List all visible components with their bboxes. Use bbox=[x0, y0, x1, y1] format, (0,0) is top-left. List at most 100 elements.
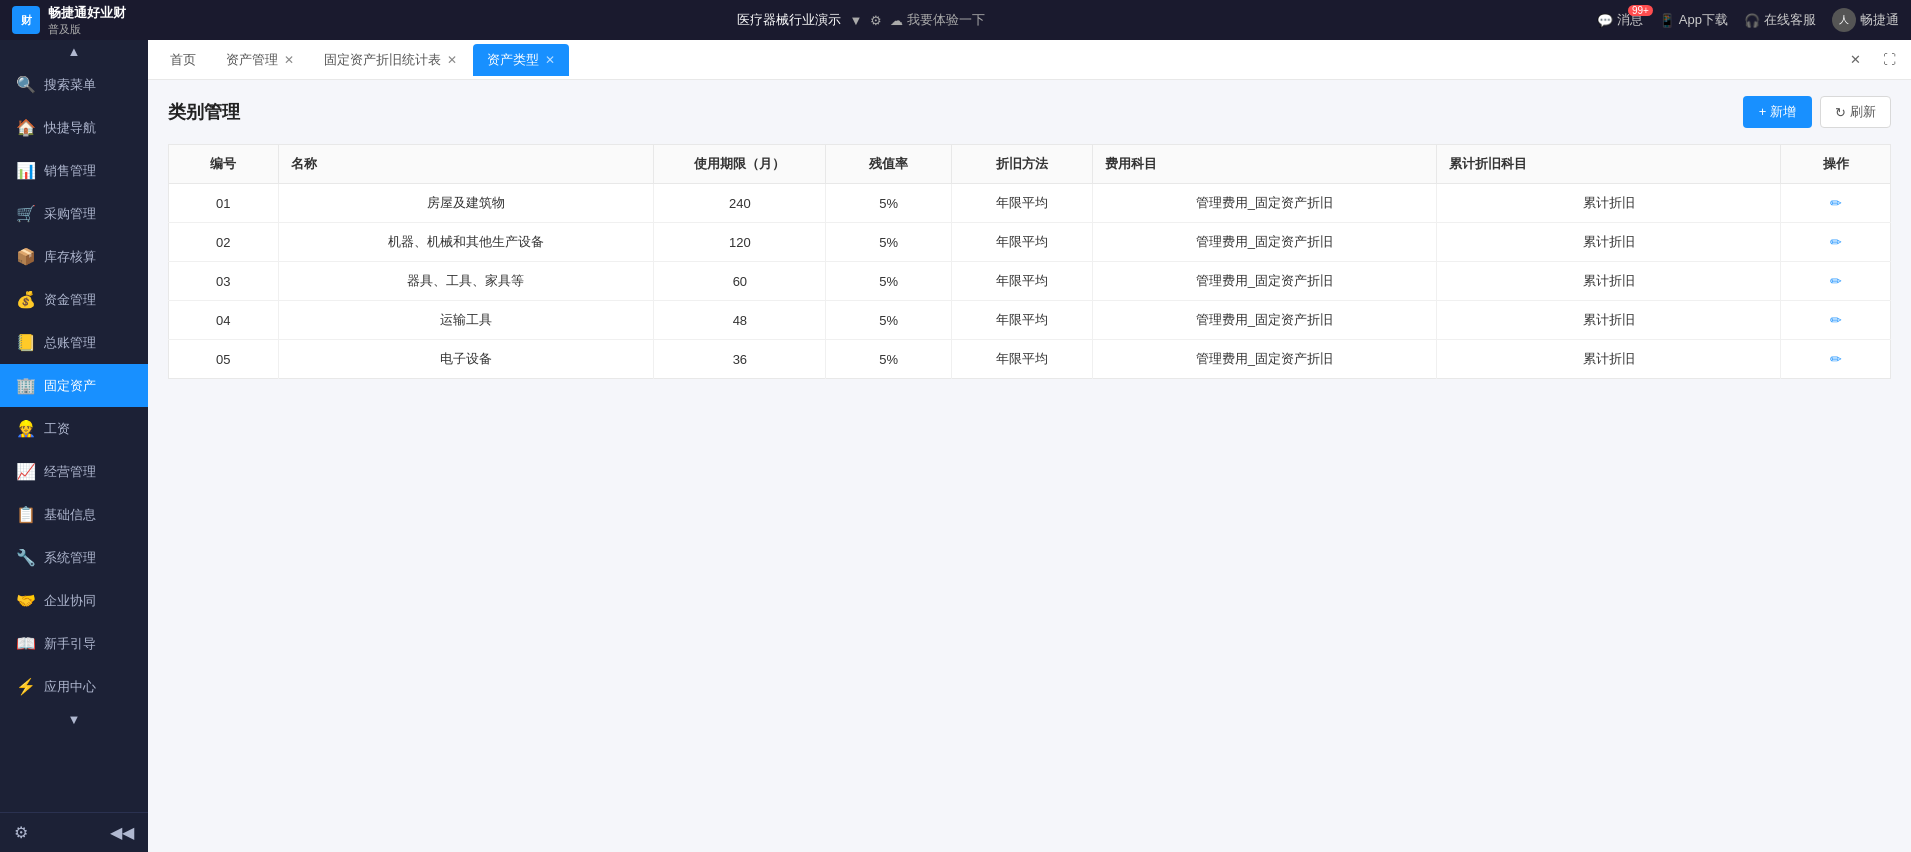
cell-name: 运输工具 bbox=[278, 301, 654, 340]
sidebar-item-payroll[interactable]: 👷 工资 bbox=[0, 407, 148, 450]
table-header: 编号 名称 使用期限（月） 残值率 折旧方法 费用科目 累计折旧科目 操作 bbox=[169, 145, 1891, 184]
sidebar-item-label: 经营管理 bbox=[44, 463, 96, 481]
tab-home[interactable]: 首页 bbox=[156, 44, 210, 76]
sidebar-item-search[interactable]: 🔍 搜索菜单 bbox=[0, 63, 148, 106]
cell-action[interactable]: ✏ bbox=[1781, 223, 1891, 262]
collapse-icon[interactable]: ◀◀ bbox=[110, 823, 134, 842]
cell-method: 年限平均 bbox=[951, 184, 1092, 223]
gear-icon[interactable]: ⚙ bbox=[870, 13, 882, 28]
close-window-btn[interactable]: ✕ bbox=[1841, 46, 1869, 74]
sidebar-item-system[interactable]: 🔧 系统管理 bbox=[0, 536, 148, 579]
col-header-name: 名称 bbox=[278, 145, 654, 184]
tab-actions: ✕ ⛶ bbox=[1841, 46, 1903, 74]
sidebar-item-guide[interactable]: 📖 新手引导 bbox=[0, 622, 148, 665]
tab-home-label: 首页 bbox=[170, 51, 196, 69]
sidebar-scroll-up[interactable]: ▲ bbox=[0, 40, 148, 63]
dropdown-icon[interactable]: ▼ bbox=[849, 13, 862, 28]
sidebar-item-label: 工资 bbox=[44, 420, 70, 438]
sidebar-item-label: 采购管理 bbox=[44, 205, 96, 223]
cell-id: 03 bbox=[169, 262, 279, 301]
col-header-action: 操作 bbox=[1781, 145, 1891, 184]
table-header-row: 编号 名称 使用期限（月） 残值率 折旧方法 费用科目 累计折旧科目 操作 bbox=[169, 145, 1891, 184]
sidebar-item-general-ledger[interactable]: 📒 总账管理 bbox=[0, 321, 148, 364]
bell-icon: 💬 bbox=[1597, 13, 1613, 28]
cell-residual: 5% bbox=[826, 301, 951, 340]
notification-btn[interactable]: 💬 消息 99+ bbox=[1597, 11, 1643, 29]
sidebar-item-app-center[interactable]: ⚡ 应用中心 bbox=[0, 665, 148, 708]
sidebar-bottom: ⚙ ◀◀ bbox=[0, 812, 148, 852]
sidebar-item-label: 快捷导航 bbox=[44, 119, 96, 137]
user-btn[interactable]: 人 畅捷通 bbox=[1832, 8, 1899, 32]
edit-icon[interactable]: ✏ bbox=[1830, 351, 1842, 367]
col-header-months: 使用期限（月） bbox=[654, 145, 826, 184]
app-center-icon: ⚡ bbox=[16, 677, 34, 696]
cell-expense: 管理费用_固定资产折旧 bbox=[1092, 184, 1436, 223]
settings-icon[interactable]: ⚙ bbox=[14, 823, 28, 842]
edit-icon[interactable]: ✏ bbox=[1830, 234, 1842, 250]
search-icon: 🔍 bbox=[16, 75, 34, 94]
tab-depreciation-table[interactable]: 固定资产折旧统计表 ✕ bbox=[310, 44, 471, 76]
cell-action[interactable]: ✏ bbox=[1781, 262, 1891, 301]
col-header-expense: 费用科目 bbox=[1092, 145, 1436, 184]
cell-method: 年限平均 bbox=[951, 340, 1092, 379]
content-area: 首页 资产管理 ✕ 固定资产折旧统计表 ✕ 资产类型 ✕ ✕ ⛶ 类 bbox=[148, 40, 1911, 852]
sidebar-item-inventory[interactable]: 📦 库存核算 bbox=[0, 235, 148, 278]
close-asset-type-tab[interactable]: ✕ bbox=[545, 53, 555, 67]
close-asset-mgmt-tab[interactable]: ✕ bbox=[284, 53, 294, 67]
topbar-right: 💬 消息 99+ 📱 App下载 🎧 在线客服 人 畅捷通 bbox=[1597, 8, 1899, 32]
sidebar-item-sales[interactable]: 📊 销售管理 bbox=[0, 149, 148, 192]
sidebar-item-quick-nav[interactable]: 🏠 快捷导航 bbox=[0, 106, 148, 149]
cell-accum: 累计折旧 bbox=[1436, 184, 1780, 223]
cell-residual: 5% bbox=[826, 262, 951, 301]
app-download-btn[interactable]: 📱 App下载 bbox=[1659, 11, 1728, 29]
cell-name: 电子设备 bbox=[278, 340, 654, 379]
edit-icon[interactable]: ✏ bbox=[1830, 273, 1842, 289]
cell-months: 60 bbox=[654, 262, 826, 301]
tab-asset-mgmt-label: 资产管理 bbox=[226, 51, 278, 69]
sidebar-item-business[interactable]: 📈 经营管理 bbox=[0, 450, 148, 493]
sidebar-item-label: 企业协同 bbox=[44, 592, 96, 610]
cell-method: 年限平均 bbox=[951, 301, 1092, 340]
tab-asset-mgmt[interactable]: 资产管理 ✕ bbox=[212, 44, 308, 76]
customer-service-btn[interactable]: 🎧 在线客服 bbox=[1744, 11, 1816, 29]
home-icon: 🏠 bbox=[16, 118, 34, 137]
edit-icon[interactable]: ✏ bbox=[1830, 312, 1842, 328]
edit-icon[interactable]: ✏ bbox=[1830, 195, 1842, 211]
tab-asset-type-label: 资产类型 bbox=[487, 51, 539, 69]
phone-icon: 📱 bbox=[1659, 13, 1675, 28]
cell-id: 01 bbox=[169, 184, 279, 223]
cell-expense: 管理费用_固定资产折旧 bbox=[1092, 262, 1436, 301]
brand-sub: 普及版 bbox=[48, 22, 126, 37]
refresh-button[interactable]: ↻ 刷新 bbox=[1820, 96, 1891, 128]
cell-action[interactable]: ✏ bbox=[1781, 301, 1891, 340]
sidebar-item-label: 系统管理 bbox=[44, 549, 96, 567]
sidebar-item-fund[interactable]: 💰 资金管理 bbox=[0, 278, 148, 321]
sidebar: ▲ 🔍 搜索菜单 🏠 快捷导航 📊 销售管理 🛒 采购管理 📦 库存核算 💰 资… bbox=[0, 40, 148, 852]
cell-action[interactable]: ✏ bbox=[1781, 340, 1891, 379]
table-row: 04 运输工具 48 5% 年限平均 管理费用_固定资产折旧 累计折旧 ✏ bbox=[169, 301, 1891, 340]
sidebar-item-label: 总账管理 bbox=[44, 334, 96, 352]
cell-accum: 累计折旧 bbox=[1436, 301, 1780, 340]
cell-id: 02 bbox=[169, 223, 279, 262]
page-header: 类别管理 + 新增 ↻ 刷新 bbox=[168, 96, 1891, 128]
cell-expense: 管理费用_固定资产折旧 bbox=[1092, 301, 1436, 340]
cell-name: 房屋及建筑物 bbox=[278, 184, 654, 223]
sidebar-item-fixed-assets[interactable]: 🏢 固定资产 bbox=[0, 364, 148, 407]
cell-action[interactable]: ✏ bbox=[1781, 184, 1891, 223]
sidebar-item-label: 搜索菜单 bbox=[44, 76, 96, 94]
sidebar-scroll-down[interactable]: ▼ bbox=[0, 708, 148, 731]
sidebar-item-basic-info[interactable]: 📋 基础信息 bbox=[0, 493, 148, 536]
trial-button[interactable]: ☁ 我要体验一下 bbox=[890, 11, 985, 29]
sidebar-item-purchase[interactable]: 🛒 采购管理 bbox=[0, 192, 148, 235]
tab-asset-type[interactable]: 资产类型 ✕ bbox=[473, 44, 569, 76]
sidebar-item-label: 固定资产 bbox=[44, 377, 96, 395]
cell-months: 48 bbox=[654, 301, 826, 340]
sidebar-item-label: 应用中心 bbox=[44, 678, 96, 696]
cloud-icon: ☁ bbox=[890, 13, 903, 28]
notification-count: 99+ bbox=[1628, 5, 1653, 16]
cell-expense: 管理费用_固定资产折旧 bbox=[1092, 223, 1436, 262]
sidebar-item-enterprise[interactable]: 🤝 企业协同 bbox=[0, 579, 148, 622]
close-depreciation-tab[interactable]: ✕ bbox=[447, 53, 457, 67]
new-button[interactable]: + 新增 bbox=[1743, 96, 1812, 128]
maximize-btn[interactable]: ⛶ bbox=[1875, 46, 1903, 74]
